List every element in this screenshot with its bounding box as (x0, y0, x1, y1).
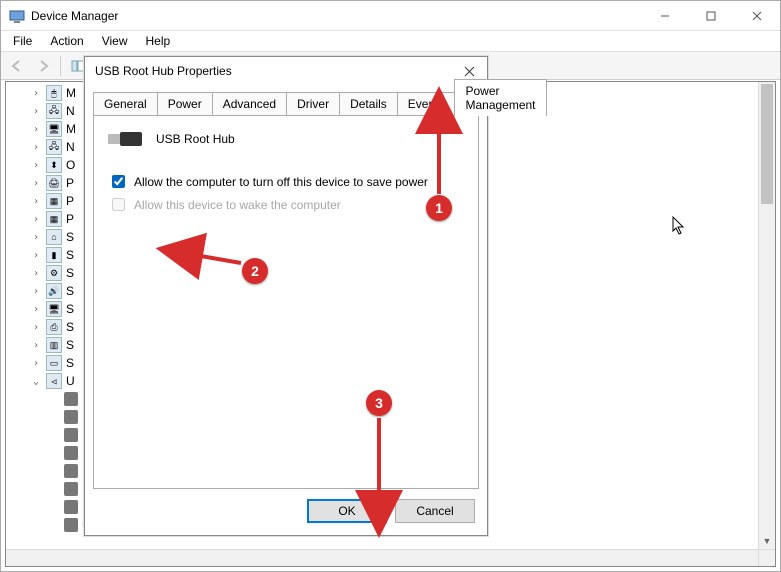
titlebar: Device Manager (1, 1, 780, 31)
checkbox-row-turnoff[interactable]: Allow the computer to turn off this devi… (108, 172, 464, 191)
usb-connector-icon (64, 446, 78, 460)
device-icon: ▮ (46, 247, 62, 263)
maximize-button[interactable] (688, 1, 734, 31)
device-icon: 🖧 (46, 103, 62, 119)
device-icon: ▦ (46, 211, 62, 227)
device-icon: ▭ (46, 355, 62, 371)
menu-view[interactable]: View (94, 32, 136, 50)
device-icon: ⎙ (46, 319, 62, 335)
device-icon: 🔊 (46, 283, 62, 299)
tab-events[interactable]: Events (397, 92, 456, 115)
device-name-label: USB Root Hub (156, 132, 235, 146)
menubar: File Action View Help (1, 31, 780, 52)
cancel-button[interactable]: Cancel (395, 499, 475, 523)
dialog-titlebar: USB Root Hub Properties (85, 57, 487, 85)
window-title: Device Manager (31, 9, 118, 23)
properties-dialog: USB Root Hub Properties General Power Ad… (84, 56, 488, 536)
device-icon: 🖨 (46, 175, 62, 191)
back-button[interactable] (5, 54, 29, 78)
ok-button[interactable]: OK (307, 499, 387, 523)
tabstrip: General Power Advanced Driver Details Ev… (93, 91, 479, 116)
app-icon (9, 8, 25, 24)
device-icon: 🖥 (46, 121, 62, 137)
usb-connector-icon (64, 428, 78, 442)
device-icon: 🖧 (46, 139, 62, 155)
vertical-scrollbar[interactable]: ▲ ▼ (758, 82, 775, 549)
usb-connector-icon (64, 464, 78, 478)
device-icon: ⬍ (46, 157, 62, 173)
checkbox-allow-wake-label: Allow this device to wake the computer (134, 198, 341, 212)
usb-icon: ⏿ (46, 373, 62, 389)
menu-file[interactable]: File (5, 32, 40, 50)
tab-driver[interactable]: Driver (286, 92, 340, 115)
toolbar-separator (60, 56, 61, 76)
device-icon: 🖥 (46, 301, 62, 317)
device-icon: ▦ (46, 193, 62, 209)
checkbox-allow-turn-off[interactable] (112, 175, 125, 188)
device-icon: ⚙ (46, 265, 62, 281)
device-icon: ▥ (46, 337, 62, 353)
tab-advanced[interactable]: Advanced (212, 92, 287, 115)
scroll-down-arrow-icon[interactable]: ▼ (759, 532, 775, 549)
scroll-thumb[interactable] (761, 84, 773, 204)
menu-action[interactable]: Action (42, 32, 91, 50)
usb-connector-icon (64, 500, 78, 514)
checkbox-allow-wake (112, 198, 125, 211)
tab-panel-power-management: USB Root Hub Allow the computer to turn … (93, 116, 479, 489)
cursor-icon (672, 216, 686, 236)
usb-connector-icon (64, 410, 78, 424)
checkbox-row-wake: Allow this device to wake the computer (108, 195, 464, 214)
tab-power-management[interactable]: Power Management (454, 79, 546, 116)
tab-details[interactable]: Details (339, 92, 398, 115)
usb-device-icon (108, 130, 142, 148)
dialog-title: USB Root Hub Properties (95, 64, 232, 78)
minimize-button[interactable] (642, 1, 688, 31)
scroll-corner (758, 549, 775, 566)
tab-general[interactable]: General (93, 92, 158, 115)
device-icon: 🖱 (46, 85, 62, 101)
usb-connector-icon (64, 518, 78, 532)
menu-help[interactable]: Help (138, 32, 179, 50)
tab-power[interactable]: Power (157, 92, 213, 115)
forward-button[interactable] (31, 54, 55, 78)
horizontal-scrollbar[interactable] (6, 549, 758, 566)
close-button[interactable] (734, 1, 780, 31)
usb-connector-icon (64, 392, 78, 406)
usb-connector-icon (64, 482, 78, 496)
checkbox-allow-turn-off-label: Allow the computer to turn off this devi… (134, 175, 428, 189)
device-icon: ⌂ (46, 229, 62, 245)
